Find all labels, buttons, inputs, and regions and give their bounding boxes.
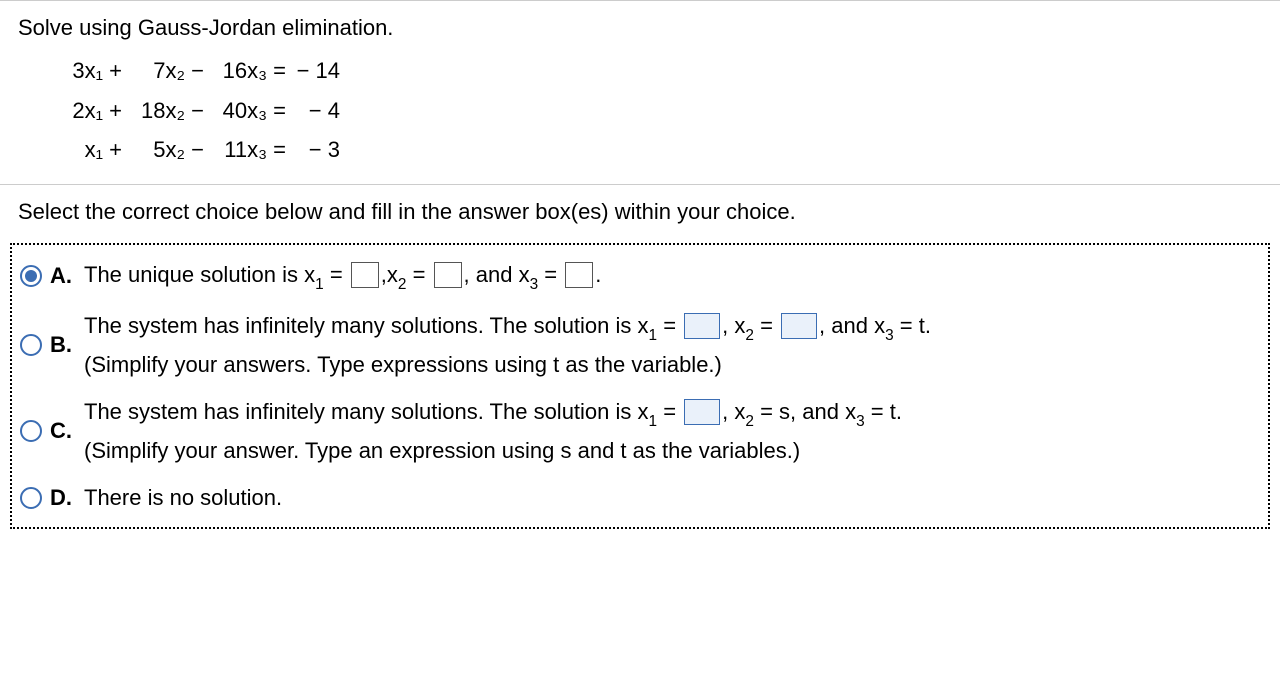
radio-b[interactable]: [20, 334, 42, 356]
answer-b-x2[interactable]: [781, 313, 817, 339]
equation-system: 3x₁ + 7x₂ − 16x₃ = − 14 2x₁ + 18x₂ − 40x…: [0, 51, 1280, 184]
answer-a-x1[interactable]: [351, 262, 379, 288]
choice-c-letter: C.: [50, 418, 76, 444]
choice-d-text: There is no solution.: [84, 480, 1260, 515]
choice-d-row[interactable]: D. There is no solution.: [12, 474, 1268, 521]
choice-c-text: The system has infinitely many solutions…: [84, 394, 1260, 468]
equation-row: 3x₁ + 7x₂ − 16x₃ = − 14: [60, 51, 1262, 91]
instruction-text: Select the correct choice below and fill…: [0, 185, 1280, 239]
choice-c-row[interactable]: C. The system has infinitely many soluti…: [12, 388, 1268, 474]
choice-a-row[interactable]: A. The unique solution is x1 = ,x2 = , a…: [12, 251, 1268, 302]
radio-d[interactable]: [20, 487, 42, 509]
answer-c-x1[interactable]: [684, 399, 720, 425]
choice-a-text: The unique solution is x1 = ,x2 = , and …: [84, 257, 1260, 296]
question-prompt: Solve using Gauss-Jordan elimination.: [0, 1, 1280, 51]
equation-row: 2x₁ + 18x₂ − 40x₃ = − 4: [60, 91, 1262, 131]
radio-a[interactable]: [20, 265, 42, 287]
choice-b-row[interactable]: B. The system has infinitely many soluti…: [12, 302, 1268, 388]
answer-b-x1[interactable]: [684, 313, 720, 339]
choice-b-letter: B.: [50, 332, 76, 358]
choice-b-text: The system has infinitely many solutions…: [84, 308, 1260, 382]
choices-container: A. The unique solution is x1 = ,x2 = , a…: [10, 243, 1270, 530]
equation-row: x₁ + 5x₂ − 11x₃ = − 3: [60, 130, 1262, 170]
choice-d-letter: D.: [50, 485, 76, 511]
answer-a-x2[interactable]: [434, 262, 462, 288]
radio-c[interactable]: [20, 420, 42, 442]
choice-a-letter: A.: [50, 263, 76, 289]
answer-a-x3[interactable]: [565, 262, 593, 288]
